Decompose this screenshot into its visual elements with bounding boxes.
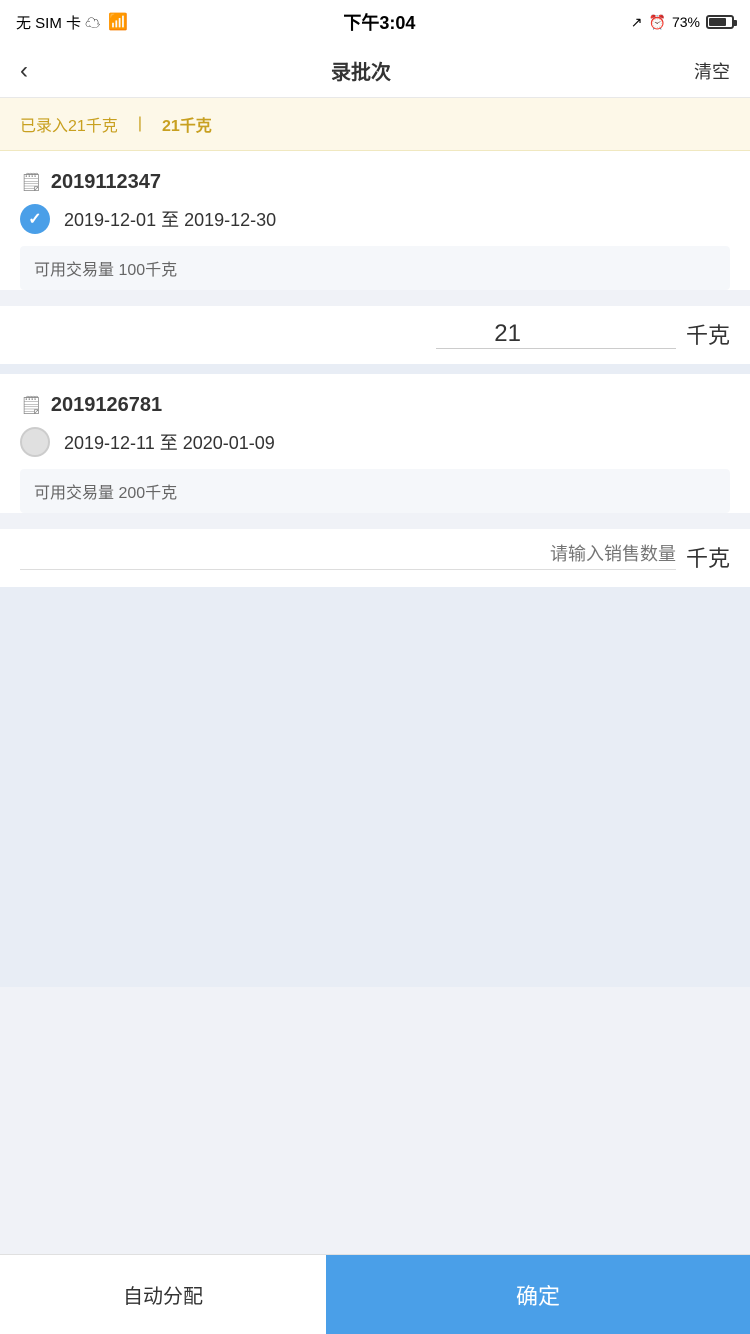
batch2-header: 🗒 2019126781 [20, 394, 730, 417]
batch2-qty-row: 千克 [0, 529, 750, 587]
page-title: 录批次 [331, 56, 391, 85]
status-right: ↗ ⏰ 73% [631, 14, 734, 31]
bottom-bar: 自动分配 确定 [0, 1254, 750, 1334]
info-banner: 已录入21千克 | 21千克 [0, 98, 750, 151]
qty-underline1: 21 [436, 320, 676, 349]
batch2-date: 2019-12-11 至 2020-01-09 [64, 429, 275, 455]
auto-distribute-button[interactable]: 自动分配 [0, 1255, 326, 1334]
batch2-id: 2019126781 [51, 394, 162, 417]
batch1-card: 🗒 2019112347 ✓ 2019-12-01 至 2019-12-30 可… [0, 151, 750, 290]
batch1-date: 2019-12-01 至 2019-12-30 [64, 206, 276, 232]
batch1-qty-input[interactable]: 21 [436, 320, 536, 348]
batch2-card: 🗒 2019126781 2019-12-11 至 2020-01-09 可用交… [0, 374, 750, 513]
wifi-icon: 📶 [108, 12, 128, 32]
battery-icon [706, 15, 734, 29]
recorded-value: 21千克 [162, 112, 212, 136]
batch2-qty-input[interactable] [476, 544, 676, 565]
batch1-header: 🗒 2019112347 [20, 171, 730, 194]
confirm-button[interactable]: 确定 [326, 1255, 750, 1334]
status-left: 无 SIM 卡 ☁ 📶 [16, 12, 128, 33]
clear-button[interactable]: 清空 [694, 58, 730, 84]
batch1-unit: 千克 [686, 318, 730, 350]
qty-underline2 [20, 544, 676, 570]
batch1-radio[interactable]: ✓ [20, 204, 50, 234]
status-bar: 无 SIM 卡 ☁ 📶 下午3:04 ↗ ⏰ 73% [0, 0, 750, 44]
batch2-unit: 千克 [686, 541, 730, 573]
recorded-label: 已录入21千克 [20, 112, 118, 136]
batch2-row: 2019-12-11 至 2020-01-09 [20, 427, 730, 457]
batch1-available: 可用交易量 100千克 [20, 246, 730, 290]
battery-percent: 73% [672, 14, 700, 30]
back-button[interactable]: ‹ [20, 57, 28, 85]
sim-label: 无 SIM 卡 ☁ [16, 12, 100, 33]
checkmark-icon: ✓ [28, 209, 41, 229]
alarm-icon: ⏰ [649, 14, 666, 31]
empty-area [0, 587, 750, 987]
batch2-available: 可用交易量 200千克 [20, 469, 730, 513]
status-time: 下午3:04 [343, 9, 415, 35]
batch1-qty-row: 21 千克 [0, 306, 750, 364]
batch2-icon: 🗒 [20, 395, 43, 416]
nav-bar: ‹ 录批次 清空 [0, 44, 750, 98]
location-icon: ↗ [631, 14, 643, 31]
batch2-radio[interactable] [20, 427, 50, 457]
batch1-icon: 🗒 [20, 172, 43, 193]
batch1-row: ✓ 2019-12-01 至 2019-12-30 [20, 204, 730, 234]
section-divider [0, 364, 750, 374]
batch1-id: 2019112347 [51, 171, 161, 194]
banner-divider: | [138, 115, 142, 133]
